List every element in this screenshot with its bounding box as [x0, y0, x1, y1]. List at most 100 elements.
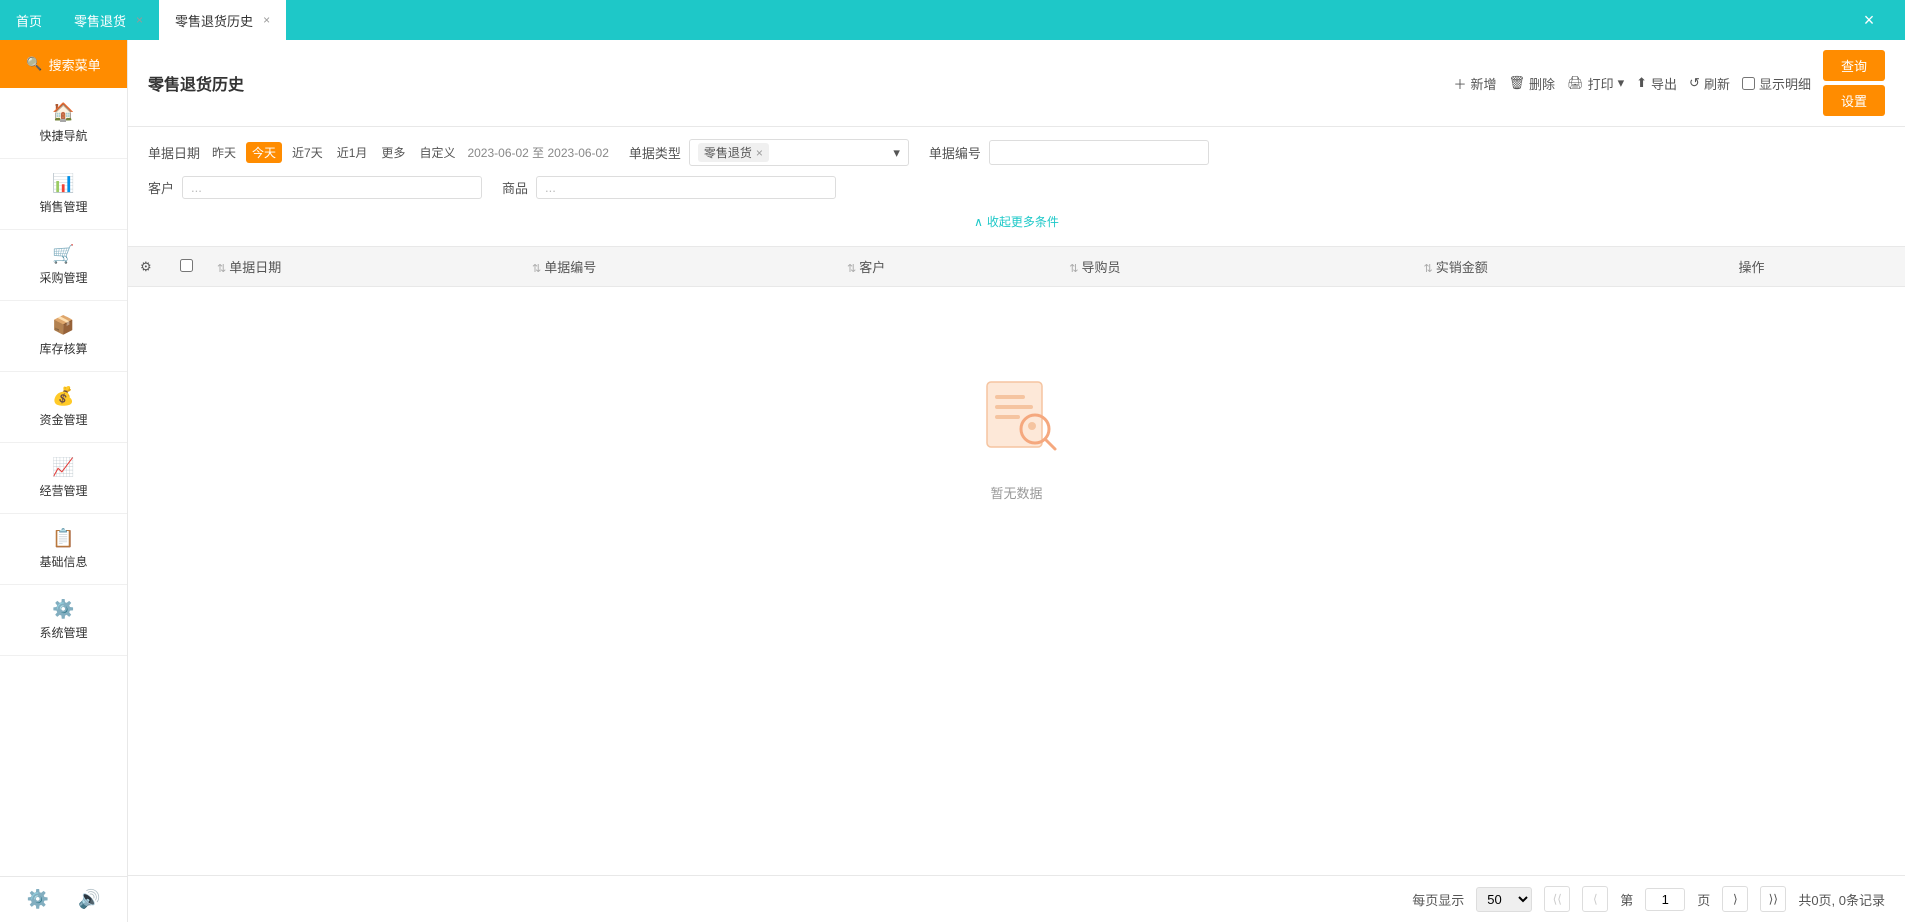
print-label: 打印	[1588, 74, 1614, 93]
export-button[interactable]: ⬆ 导出	[1636, 74, 1677, 93]
first-page-button[interactable]: ⟨⟨	[1544, 886, 1570, 912]
inventory-icon: 📦	[52, 315, 74, 336]
delete-button[interactable]: 🗑 删除	[1509, 74, 1556, 93]
type-dropdown-icon: ▾	[893, 145, 900, 161]
voucher-input[interactable]	[989, 140, 1209, 165]
tab-retail-return-history[interactable]: 零售退货历史 ×	[159, 0, 286, 40]
sidebar-item-quick-nav[interactable]: 🏠 快捷导航	[0, 88, 127, 159]
filter-area: 单据日期 昨天 今天 近7天 近1月 更多 自定义 2023-06-02 至 2…	[128, 127, 1905, 247]
th-customer[interactable]: 客户	[835, 247, 1057, 287]
tab-bar: 首页 零售退货 × 零售退货历史 ×	[0, 0, 1849, 40]
delete-icon: 🗑	[1509, 75, 1526, 91]
header-actions: ＋ 新增 🗑 删除 🖨 打印 ▾ ⬆ 导出 ↺ 刷新	[1454, 50, 1886, 116]
sidebar-item-operation-label: 经营管理	[39, 482, 87, 499]
tab-retail-return[interactable]: 零售退货 ×	[58, 0, 159, 40]
type-tag-remove[interactable]: ×	[756, 146, 763, 160]
th-settings[interactable]: ⚙	[128, 247, 168, 287]
sidebar-item-inventory-label: 库存核算	[39, 340, 87, 357]
sidebar-item-quick-nav-label: 快捷导航	[39, 127, 87, 144]
table-footer: 每页显示 20 50 100 ⟨⟨ ⟨ 第 页 ⟩ ⟩⟩ 共0页, 0条记录	[128, 875, 1905, 922]
new-button[interactable]: ＋ 新增	[1454, 74, 1497, 93]
sidebar-item-inventory[interactable]: 📦 库存核算	[0, 301, 127, 372]
finance-icon: 💰	[52, 386, 74, 407]
customer-placeholder: ...	[191, 180, 202, 195]
voucher-label: 单据编号	[929, 143, 981, 162]
yesterday-shortcut[interactable]: 昨天	[208, 142, 240, 163]
sidebar-item-purchase-mgmt[interactable]: 🛒 采购管理	[0, 230, 127, 301]
delete-label: 删除	[1529, 74, 1555, 93]
custom-shortcut[interactable]: 自定义	[415, 142, 459, 163]
settings-button[interactable]: 设置	[1823, 85, 1885, 116]
th-date[interactable]: 单据日期	[205, 247, 520, 287]
volume-icon[interactable]: 🔊	[78, 889, 100, 910]
current-page-input[interactable]	[1645, 888, 1685, 911]
date-range-display: 2023-06-02 至 2023-06-02	[467, 144, 608, 161]
collapse-bar[interactable]: ∧ 收起更多条件	[148, 209, 1885, 234]
refresh-label: 刷新	[1704, 74, 1730, 93]
voucher-filter: 单据编号	[929, 140, 1209, 165]
th-voucher-no[interactable]: 单据编号	[520, 247, 835, 287]
show-detail-check[interactable]	[1742, 77, 1755, 90]
plus-icon: ＋	[1454, 74, 1467, 93]
query-button[interactable]: 查询	[1823, 50, 1885, 81]
operation-icon: 📈	[52, 457, 74, 478]
main-layout: 🔍 搜索菜单 🏠 快捷导航 📊 销售管理 🛒 采购管理 📦 库存核算 💰 资金管…	[0, 40, 1905, 922]
next-page-button[interactable]: ⟩	[1722, 886, 1748, 912]
sidebar-search-label: 搜索菜单	[49, 55, 101, 74]
empty-state: 暂无数据	[128, 287, 1905, 582]
sidebar-item-sales-mgmt[interactable]: 📊 销售管理	[0, 159, 127, 230]
goods-label: 商品	[502, 178, 528, 197]
th-guide[interactable]: 导购员	[1057, 247, 1326, 287]
sidebar-item-system-mgmt[interactable]: ⚙️ 系统管理	[0, 585, 127, 656]
type-tag: 零售退货 ×	[698, 143, 769, 162]
last7days-shortcut[interactable]: 近7天	[288, 142, 327, 163]
empty-cell: 暂无数据	[128, 287, 1905, 583]
page-size-label: 每页显示	[1412, 890, 1464, 909]
page-size-select[interactable]: 20 50 100	[1476, 887, 1532, 912]
empty-illustration	[967, 367, 1067, 467]
print-button[interactable]: 🖨 打印 ▾	[1567, 74, 1624, 93]
new-label: 新增	[1471, 74, 1497, 93]
sidebar-item-finance[interactable]: 💰 资金管理	[0, 372, 127, 443]
more-shortcut[interactable]: 更多	[377, 142, 409, 163]
type-tag-label: 零售退货	[704, 144, 752, 161]
sidebar-search[interactable]: 🔍 搜索菜单	[0, 40, 127, 88]
type-select[interactable]: 零售退货 × ▾	[689, 139, 909, 166]
tab-home[interactable]: 首页	[0, 0, 58, 40]
th-checkbox[interactable]	[168, 247, 205, 287]
refresh-button[interactable]: ↺ 刷新	[1689, 74, 1730, 93]
basic-info-icon: 📋	[52, 528, 74, 549]
last-page-button[interactable]: ⟩⟩	[1760, 886, 1786, 912]
settings-bottom-icon[interactable]: ⚙️	[27, 889, 49, 910]
tab-retail-return-history-close[interactable]: ×	[263, 13, 270, 27]
goods-filter: 商品 ...	[502, 176, 836, 199]
customer-label: 客户	[148, 178, 174, 197]
filter-row-2: 客户 ... 商品 ...	[148, 176, 1885, 199]
empty-text: 暂无数据	[990, 483, 1042, 502]
th-amount[interactable]: 实销金额	[1411, 247, 1726, 287]
tab-retail-return-history-label: 零售退货历史	[175, 11, 253, 30]
table-area: ⚙ 单据日期 单据编号 客户 导购员 实销金额 操作	[128, 247, 1905, 875]
page-title: 零售退货历史	[148, 71, 244, 95]
purchase-icon: 🛒	[52, 244, 74, 265]
show-detail-checkbox[interactable]: 显示明细	[1742, 74, 1811, 93]
today-shortcut[interactable]: 今天	[246, 142, 282, 163]
prev-page-button[interactable]: ⟨	[1582, 886, 1608, 912]
top-bar: 首页 零售退货 × 零售退货历史 × ×	[0, 0, 1905, 40]
last1month-shortcut[interactable]: 近1月	[333, 142, 372, 163]
customer-select[interactable]: ...	[182, 176, 482, 199]
sidebar-item-basic-info[interactable]: 📋 基础信息	[0, 514, 127, 585]
th-spacer	[1326, 247, 1412, 287]
type-label: 单据类型	[629, 143, 681, 162]
table-header-row: ⚙ 单据日期 单据编号 客户 导购员 实销金额 操作	[128, 247, 1905, 287]
type-tag-container: 零售退货 ×	[698, 143, 769, 162]
select-all-checkbox[interactable]	[180, 259, 193, 272]
goods-select[interactable]: ...	[536, 176, 836, 199]
collapse-label: 收起更多条件	[987, 213, 1059, 230]
refresh-icon: ↺	[1689, 75, 1700, 91]
type-filter: 单据类型 零售退货 × ▾	[629, 139, 909, 166]
window-close-button[interactable]: ×	[1849, 0, 1889, 40]
tab-retail-return-close[interactable]: ×	[136, 13, 143, 27]
sidebar-item-operation[interactable]: 📈 经营管理	[0, 443, 127, 514]
system-icon: ⚙️	[52, 599, 74, 620]
